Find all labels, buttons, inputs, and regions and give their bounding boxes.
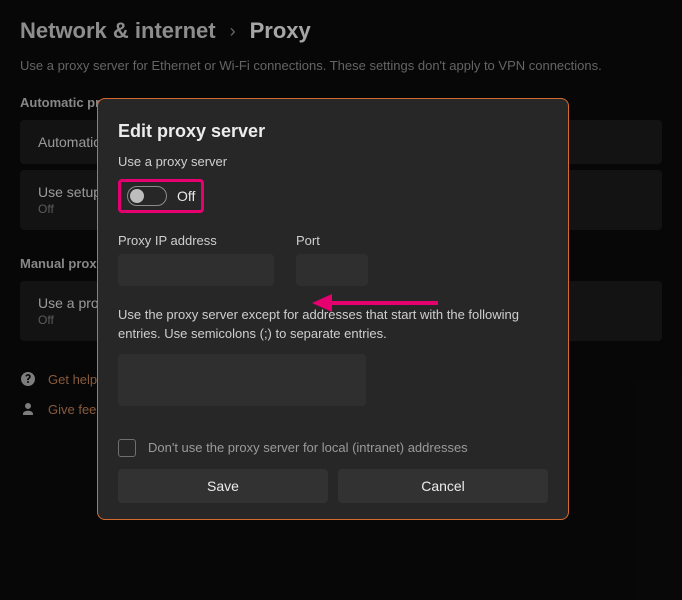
cancel-button[interactable]: Cancel: [338, 469, 548, 503]
annotation-arrow-icon: [312, 289, 442, 317]
modal-title: Edit proxy server: [118, 121, 548, 142]
use-proxy-toggle[interactable]: [127, 186, 167, 206]
ip-field-group: Proxy IP address: [118, 233, 274, 286]
toggle-state-label: Off: [177, 188, 195, 204]
local-addresses-checkbox[interactable]: [118, 439, 136, 457]
toggle-knob-icon: [130, 189, 144, 203]
use-proxy-toggle-highlight: Off: [118, 179, 204, 213]
port-label: Port: [296, 233, 368, 248]
save-button[interactable]: Save: [118, 469, 328, 503]
local-addresses-row: Don't use the proxy server for local (in…: [118, 439, 548, 457]
proxy-ip-input[interactable]: [118, 254, 274, 286]
use-proxy-label: Use a proxy server: [118, 154, 548, 169]
exceptions-input[interactable]: [118, 354, 366, 406]
address-fields: Proxy IP address Port: [118, 233, 548, 286]
proxy-port-input[interactable]: [296, 254, 368, 286]
modal-buttons: Save Cancel: [118, 469, 548, 503]
edit-proxy-modal: Edit proxy server Use a proxy server Off…: [97, 98, 569, 520]
local-addresses-label: Don't use the proxy server for local (in…: [148, 440, 468, 455]
ip-label: Proxy IP address: [118, 233, 274, 248]
port-field-group: Port: [296, 233, 368, 286]
